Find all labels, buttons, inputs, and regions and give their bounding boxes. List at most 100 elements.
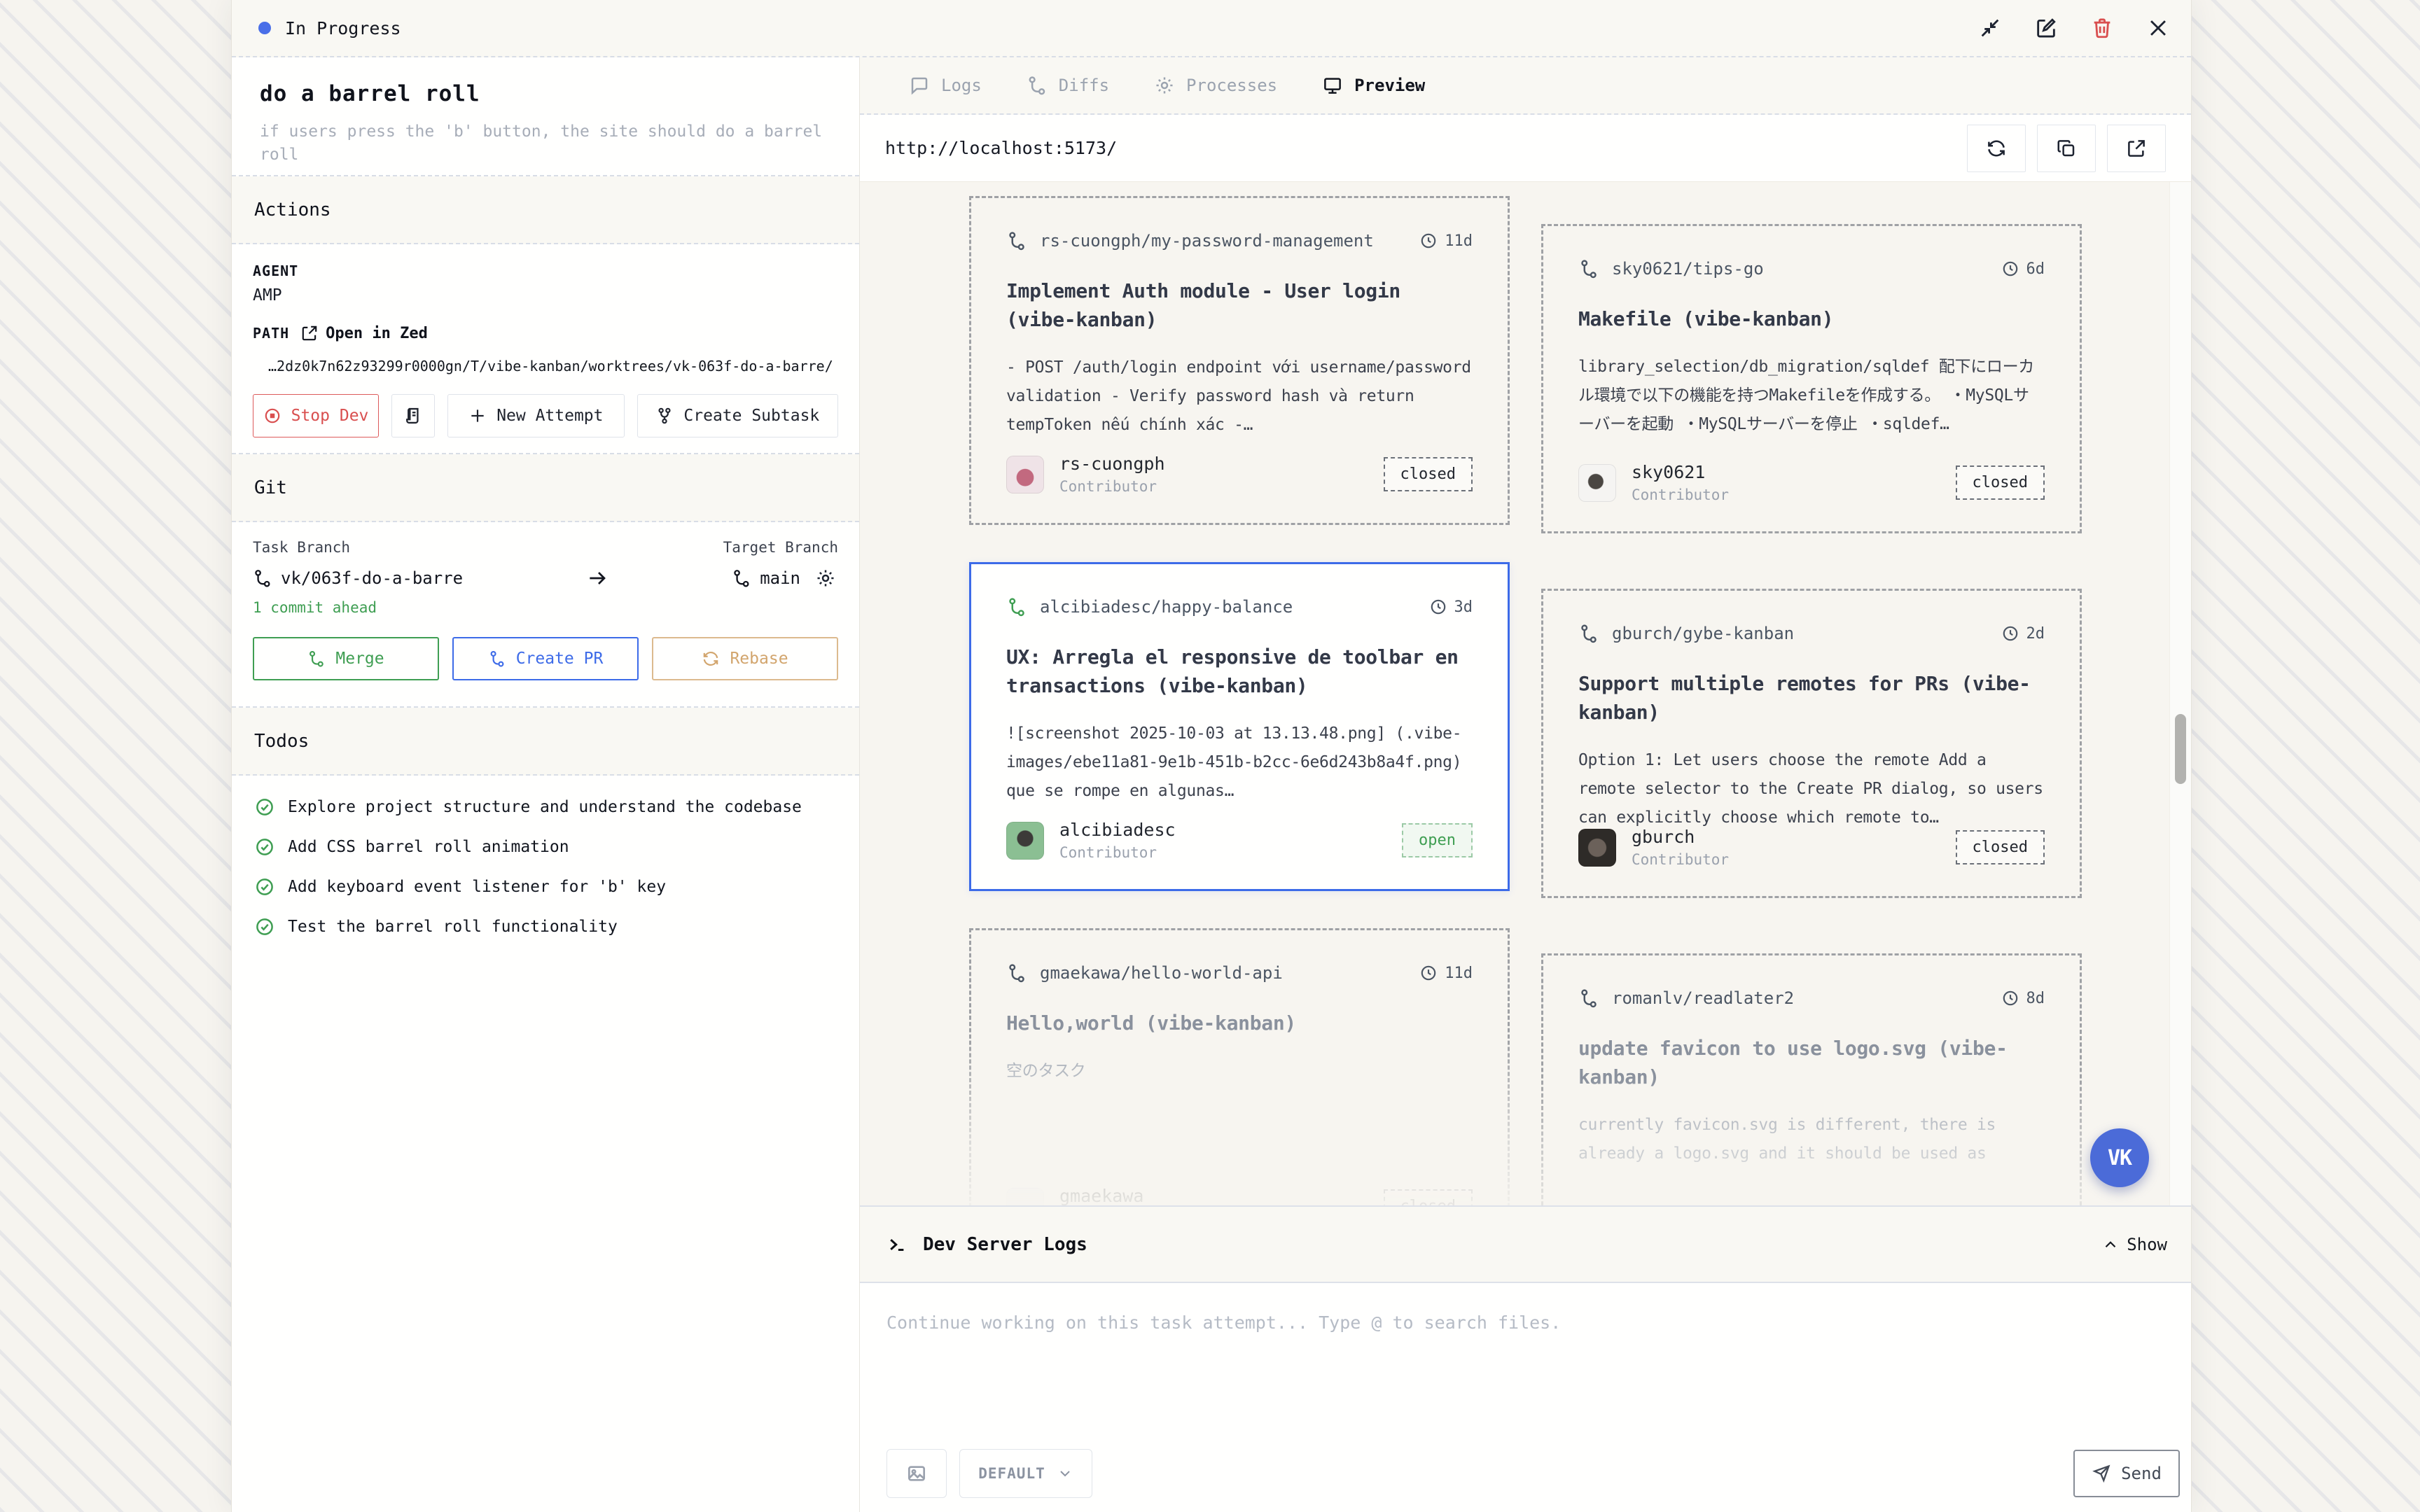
new-attempt-label: New Attempt — [496, 407, 604, 425]
create-pr-button[interactable]: Create PR — [452, 637, 639, 680]
model-label: DEFAULT — [978, 1465, 1045, 1482]
card-body: 空のタスク — [1006, 1062, 1086, 1080]
stop-dev-button[interactable]: Stop Dev — [253, 394, 379, 438]
refresh-button[interactable] — [1967, 124, 2026, 172]
clock-icon — [1419, 964, 1438, 982]
gear-icon — [1154, 75, 1175, 96]
card-age: 11d — [1419, 232, 1473, 250]
todo-label: Test the barrel roll functionality — [288, 918, 618, 936]
attempt-panel: Logs Diffs Processes Preview http://loca… — [860, 57, 2191, 1512]
open-external-button[interactable] — [2107, 124, 2166, 172]
tab-logs[interactable]: Logs — [909, 75, 982, 96]
agent-label: AGENT — [253, 262, 299, 279]
scrollbar-thumb[interactable] — [2175, 714, 2186, 784]
terminal-icon — [886, 1234, 908, 1255]
collapse-icon — [1978, 16, 2002, 40]
pr-card[interactable]: gmaekawa/hello-world-api 11d Hello,world… — [969, 928, 1510, 1205]
attach-image-button[interactable] — [886, 1449, 947, 1498]
avatar — [1006, 821, 1044, 860]
pr-card[interactable]: sky0621/tips-go 6d Makefile (vibe-kanban… — [1541, 224, 2082, 533]
author-role: Contributor — [1632, 851, 1730, 868]
card-title: Hello,world (vibe-kanban) — [1006, 1011, 1296, 1035]
author-name: alcibiadesc — [1059, 820, 1176, 840]
git-branch-icon — [732, 568, 751, 588]
pr-card[interactable]: romanlv/readlater2 8d update favicon to … — [1541, 953, 2082, 1205]
monitor-icon — [1322, 75, 1343, 96]
send-icon — [2092, 1464, 2111, 1483]
card-title: update favicon to use logo.svg (vibe-kan… — [1578, 1037, 2008, 1088]
delete-button[interactable] — [2086, 12, 2118, 44]
new-attempt-button[interactable]: New Attempt — [447, 394, 625, 438]
git-merge-icon — [307, 650, 326, 668]
status-label: In Progress — [285, 18, 401, 38]
card-body: ![screenshot 2025-10-03 at 13.13.48.png]… — [1006, 724, 1462, 800]
avatar — [1006, 455, 1044, 493]
composer: DEFAULT Send — [860, 1283, 2191, 1512]
pr-card[interactable]: gburch/gybe-kanban 2d Support multiple r… — [1541, 589, 2082, 898]
card-title: Implement Auth module - User login (vibe… — [1006, 279, 1400, 331]
send-button[interactable]: Send — [2073, 1450, 2180, 1497]
external-link-icon — [300, 324, 319, 342]
git-section: Task Branch Target Branch vk/063f-do-a-b… — [232, 522, 859, 708]
preview-url[interactable]: http://localhost:5173/ — [885, 138, 1117, 158]
clock-icon — [2001, 624, 2019, 643]
scroll-icon — [403, 406, 423, 426]
tab-label: Diffs — [1058, 76, 1110, 95]
clock-icon — [2001, 989, 2019, 1007]
todos-section-header: Todos — [232, 708, 859, 776]
check-circle-icon — [254, 916, 275, 937]
model-select[interactable]: DEFAULT — [959, 1449, 1092, 1498]
git-branch-icon — [1578, 623, 1599, 644]
tab-preview[interactable]: Preview — [1322, 75, 1425, 96]
tab-diffs[interactable]: Diffs — [1027, 75, 1109, 96]
message-input[interactable] — [886, 1312, 2180, 1441]
check-circle-icon — [254, 836, 275, 858]
git-compare-icon — [1027, 75, 1048, 96]
task-branch[interactable]: vk/063f-do-a-barre — [253, 568, 463, 588]
vibe-kanban-fab[interactable]: VK — [2090, 1128, 2149, 1187]
pr-card-selected[interactable]: alcibiadesc/happy-balance 3d UX: Arregla… — [969, 562, 1510, 891]
git-branch-icon — [253, 568, 272, 588]
rebase-label: Rebase — [730, 650, 788, 668]
dev-server-logs-bar[interactable]: Dev Server Logs Show — [860, 1205, 2191, 1283]
preview-viewport: rs-cuongph/my-password-management 11d Im… — [860, 181, 2191, 1205]
preview-url-bar: http://localhost:5173/ — [860, 115, 2191, 181]
card-title: Makefile (vibe-kanban) — [1578, 307, 1834, 330]
pr-status-badge: closed — [1383, 457, 1473, 491]
git-branch-icon — [1578, 258, 1599, 279]
target-branch[interactable]: main — [732, 568, 800, 588]
tab-label: Preview — [1354, 76, 1426, 95]
dev-logs-button[interactable] — [391, 394, 435, 438]
avatar — [1578, 828, 1616, 867]
show-logs-toggle[interactable]: Show — [2101, 1235, 2167, 1254]
rebase-button[interactable]: Rebase — [652, 637, 838, 680]
edit-button[interactable] — [2030, 12, 2062, 44]
close-button[interactable] — [2142, 12, 2174, 44]
card-body: library_selection/db_migration/sqldef 配下… — [1578, 358, 2034, 433]
merge-button[interactable]: Merge — [253, 637, 439, 680]
create-subtask-button[interactable]: Create Subtask — [637, 394, 838, 438]
collapse-button[interactable] — [1974, 12, 2006, 44]
commits-ahead: 1 commit ahead — [253, 599, 377, 616]
create-pr-label: Create PR — [515, 650, 604, 668]
open-in-zed-label: Open in Zed — [326, 324, 428, 342]
task-sidebar: do a barrel roll if users press the 'b' … — [232, 57, 860, 1512]
avatar — [1006, 1187, 1044, 1205]
author-name: sky0621 — [1632, 462, 1706, 482]
tab-processes[interactable]: Processes — [1154, 75, 1277, 96]
tab-bar: Logs Diffs Processes Preview — [860, 57, 2191, 115]
check-circle-icon — [254, 797, 275, 818]
stop-dev-label: Stop Dev — [291, 407, 369, 425]
pr-card[interactable]: rs-cuongph/my-password-management 11d Im… — [969, 196, 1510, 525]
card-age: 3d — [1429, 598, 1473, 616]
actions-section: AGENT AMP PATH Open in Zed …2dz0k7n62z93… — [232, 244, 859, 454]
card-age: 8d — [2001, 989, 2045, 1007]
avatar — [1578, 463, 1616, 502]
branch-settings-button[interactable] — [813, 566, 838, 591]
target-branch-label: Target Branch — [723, 539, 838, 556]
copy-url-button[interactable] — [2037, 124, 2096, 172]
open-in-zed-link[interactable]: Open in Zed — [300, 324, 428, 342]
image-icon — [905, 1462, 928, 1485]
card-age: 11d — [1419, 964, 1473, 982]
clock-icon — [2001, 260, 2019, 278]
